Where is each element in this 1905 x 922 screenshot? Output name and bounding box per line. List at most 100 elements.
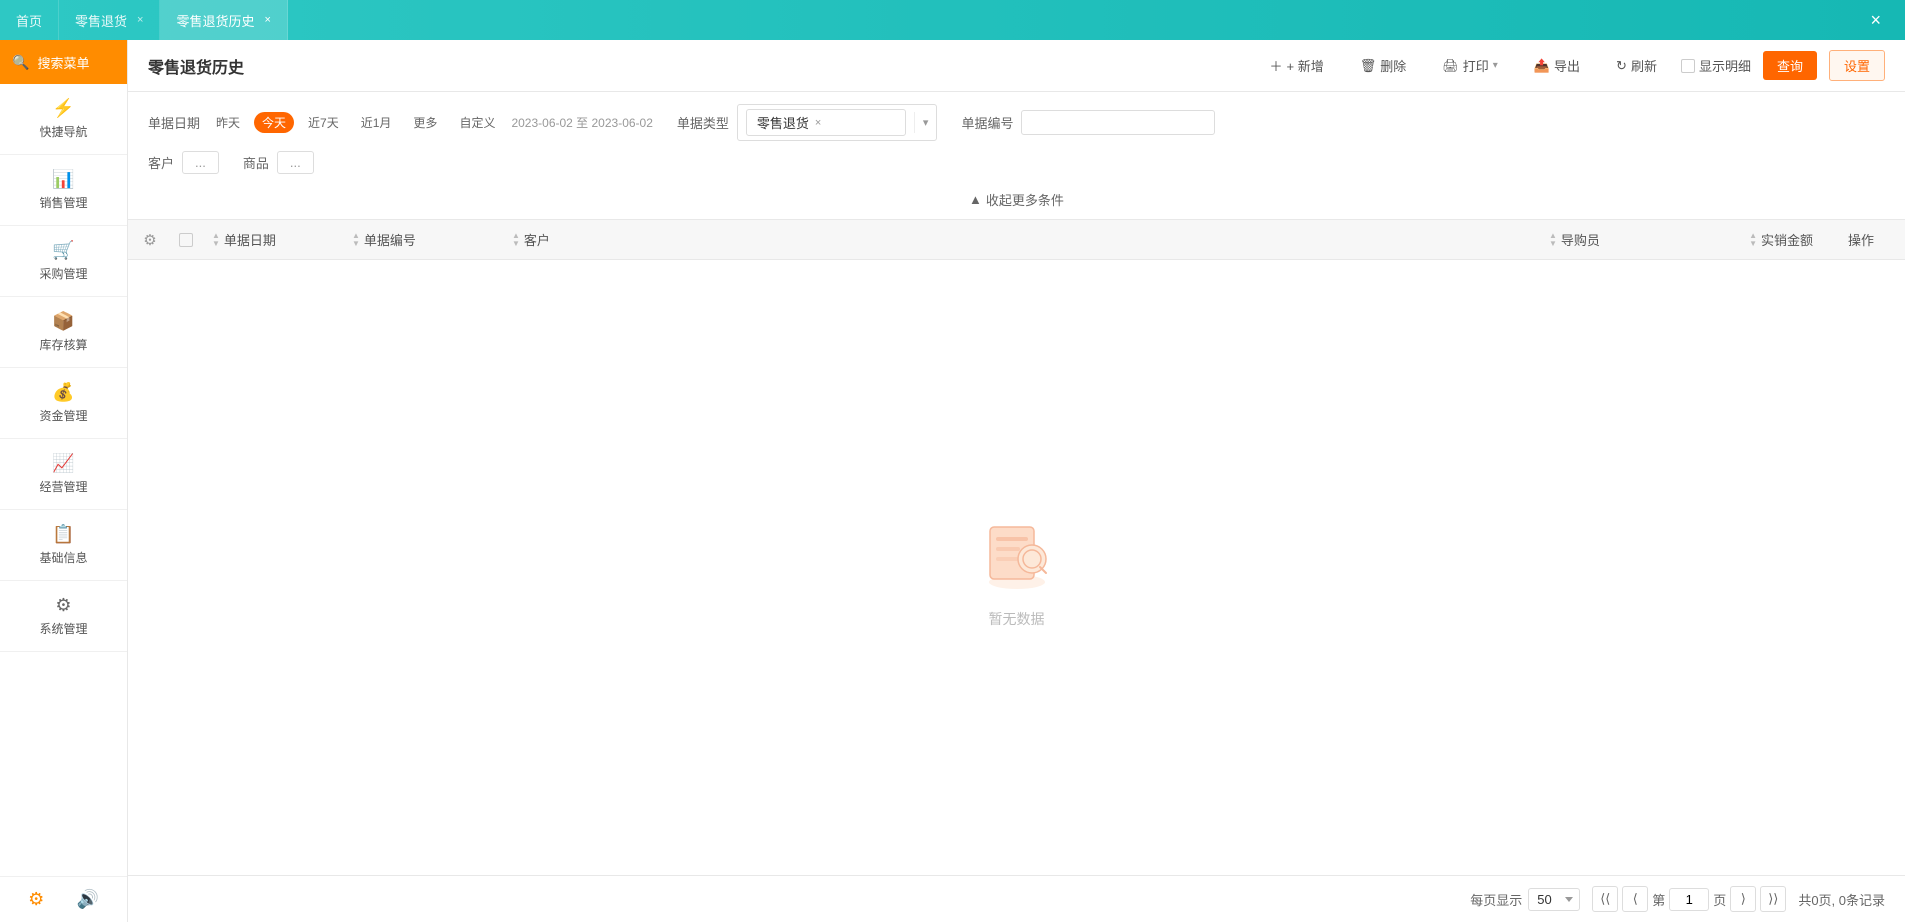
th-settings[interactable]: ⚙ [132,231,168,249]
sidebar-item-operations[interactable]: 📈 经营管理 [0,439,127,510]
tab-retail-return-history-close[interactable]: × [264,14,270,26]
export-icon: 📤 [1534,58,1550,74]
th-date[interactable]: ▲▼ 单据日期 [204,230,344,249]
type-filter-tag-close[interactable]: × [815,117,821,129]
date-btn-1month[interactable]: 近1月 [353,112,400,133]
query-button[interactable]: 查询 [1763,51,1817,80]
th-amount[interactable]: ▲▼ 实销金额 [1701,230,1821,249]
sidebar-item-quick-nav[interactable]: ⚡ 快捷导航 [0,84,127,155]
collapse-icon: ▲ [969,192,982,207]
show-detail-toggle[interactable]: 显示明细 [1681,56,1751,75]
refresh-label: 刷新 [1631,56,1657,75]
customer-filter-label: 客户 [148,153,174,172]
top-bar: 首页 零售退货 × 零售退货历史 × × [0,0,1905,40]
goods-filter-item: 商品 ... [243,151,314,174]
tab-retail-return-history-label: 零售退货历史 [176,11,254,30]
page-input[interactable] [1669,888,1709,911]
filter-row-2: 客户 ... 商品 ... [148,151,1885,174]
date-btn-more[interactable]: 更多 [405,112,445,133]
type-filter-select[interactable]: 零售退货 × ▾ [737,104,938,141]
finance-icon: 💰 [52,382,74,403]
th-customer[interactable]: ▲▼ 客户 [504,230,1541,249]
sidebar: 🔍 搜索菜单 ⚡ 快捷导航 📊 销售管理 🛒 采购管理 📦 库存核算 💰 [0,40,128,922]
empty-text: 暂无数据 [989,609,1045,629]
tab-retail-return-history[interactable]: 零售退货历史 × [160,0,287,40]
filter-row-1: 单据日期 昨天 今天 近7天 近1月 更多 自定义 2023-06-02 至 2… [148,104,1885,141]
search-icon: 🔍 [12,54,29,71]
order-filter-input[interactable] [1021,110,1215,135]
sidebar-audio-icon[interactable]: 🔊 [76,889,98,910]
tab-home-label: 首页 [16,11,42,30]
sidebar-item-operations-label: 经营管理 [39,478,87,495]
window-close-button[interactable]: × [1862,6,1889,35]
order-filter-item: 单据编号 [961,110,1215,135]
sidebar-item-system[interactable]: ⚙ 系统管理 [0,581,127,652]
page-suffix: 页 [1713,890,1726,909]
print-arrow-icon: ▾ [1493,60,1498,71]
date-btn-7days[interactable]: 近7天 [300,112,347,133]
type-filter-arrow: ▾ [914,112,937,133]
new-button[interactable]: ＋ + 新增 [1258,51,1336,80]
customer-filter-btn[interactable]: ... [182,151,219,174]
sidebar-bottom: ⚙ 🔊 [0,876,127,922]
page-last-btn[interactable]: ⟩⟩ [1760,886,1786,912]
show-detail-checkbox[interactable] [1681,59,1695,73]
empty-state: 暂无数据 [128,260,1905,875]
sidebar-item-inventory[interactable]: 📦 库存核算 [0,297,127,368]
per-page-select[interactable]: 50 10 20 100 [1528,888,1580,911]
sidebar-item-sales-mgmt[interactable]: 📊 销售管理 [0,155,127,226]
th-order[interactable]: ▲▼ 单据编号 [344,230,504,249]
guide-sort-icon: ▲▼ [1549,232,1557,248]
operations-icon: 📈 [52,453,74,474]
sales-icon: 📊 [52,169,74,190]
export-button[interactable]: 📤 导出 [1522,51,1592,80]
settings-button[interactable]: 设置 [1829,50,1885,81]
sidebar-item-sales-label: 销售管理 [39,194,87,211]
sidebar-settings-icon[interactable]: ⚙ [28,889,44,910]
th-actions: 操作 [1821,230,1901,249]
print-button[interactable]: 🖨 打印 ▾ [1430,51,1510,80]
amount-sort-icon: ▲▼ [1749,232,1757,248]
sidebar-search[interactable]: 🔍 搜索菜单 [0,40,127,84]
sidebar-item-inventory-label: 库存核算 [39,336,87,353]
date-filter-label: 单据日期 [148,113,200,132]
page-prev-btn[interactable]: ⟨ [1622,886,1648,912]
date-btn-today[interactable]: 今天 [254,112,294,133]
tab-home[interactable]: 首页 [0,0,59,40]
order-filter-label: 单据编号 [961,113,1013,132]
per-page-label: 每页显示 [1470,890,1522,909]
query-label: 查询 [1777,56,1803,75]
sidebar-item-purchase-mgmt[interactable]: 🛒 采购管理 [0,226,127,297]
filter-collapse-area: ▲ 收起更多条件 [148,184,1885,211]
delete-button[interactable]: 🗑 删除 [1348,51,1419,80]
refresh-button[interactable]: ↻ 刷新 [1604,51,1669,80]
th-guide[interactable]: ▲▼ 导购员 [1541,230,1701,249]
tab-retail-return-label: 零售退货 [75,11,127,30]
tab-retail-return[interactable]: 零售退货 × [59,0,160,40]
empty-state-icon [972,507,1062,597]
sidebar-item-basic-info[interactable]: 📋 基础信息 [0,510,127,581]
th-select-all-checkbox[interactable] [179,233,193,247]
filter-collapse-btn[interactable]: ▲ 收起更多条件 [969,190,1064,209]
basic-info-icon: 📋 [52,524,74,545]
footer-summary: 共0页, 0条记录 [1798,890,1885,909]
delete-icon: 🗑 [1360,58,1377,74]
table-header: ⚙ ▲▼ 单据日期 ▲▼ 单据编号 ▲▼ 客户 ▲▼ 导 [128,220,1905,260]
page-first-btn[interactable]: ⟨⟨ [1592,886,1618,912]
tab-retail-return-close[interactable]: × [137,14,143,26]
goods-filter-btn[interactable]: ... [277,151,314,174]
refresh-icon: ↻ [1616,58,1627,74]
date-btn-yesterday[interactable]: 昨天 [208,112,248,133]
customer-filter-item: 客户 ... [148,151,219,174]
page-next-btn[interactable]: ⟩ [1730,886,1756,912]
pagination: ⟨⟨ ⟨ 第 页 ⟩ ⟩⟩ [1592,886,1786,912]
delete-label: 删除 [1380,56,1406,75]
sidebar-item-finance[interactable]: 💰 资金管理 [0,368,127,439]
collapse-label: 收起更多条件 [986,190,1064,209]
type-filter-item: 单据类型 零售退货 × ▾ [677,104,938,141]
sidebar-item-basic-info-label: 基础信息 [39,549,87,566]
date-btn-custom[interactable]: 自定义 [451,112,503,133]
th-checkbox[interactable] [168,233,204,247]
type-filter-inner: 零售退货 × [738,105,914,140]
header-actions: ＋ + 新增 🗑 删除 🖨 打印 ▾ 📤 导出 ↻ [1258,50,1886,81]
